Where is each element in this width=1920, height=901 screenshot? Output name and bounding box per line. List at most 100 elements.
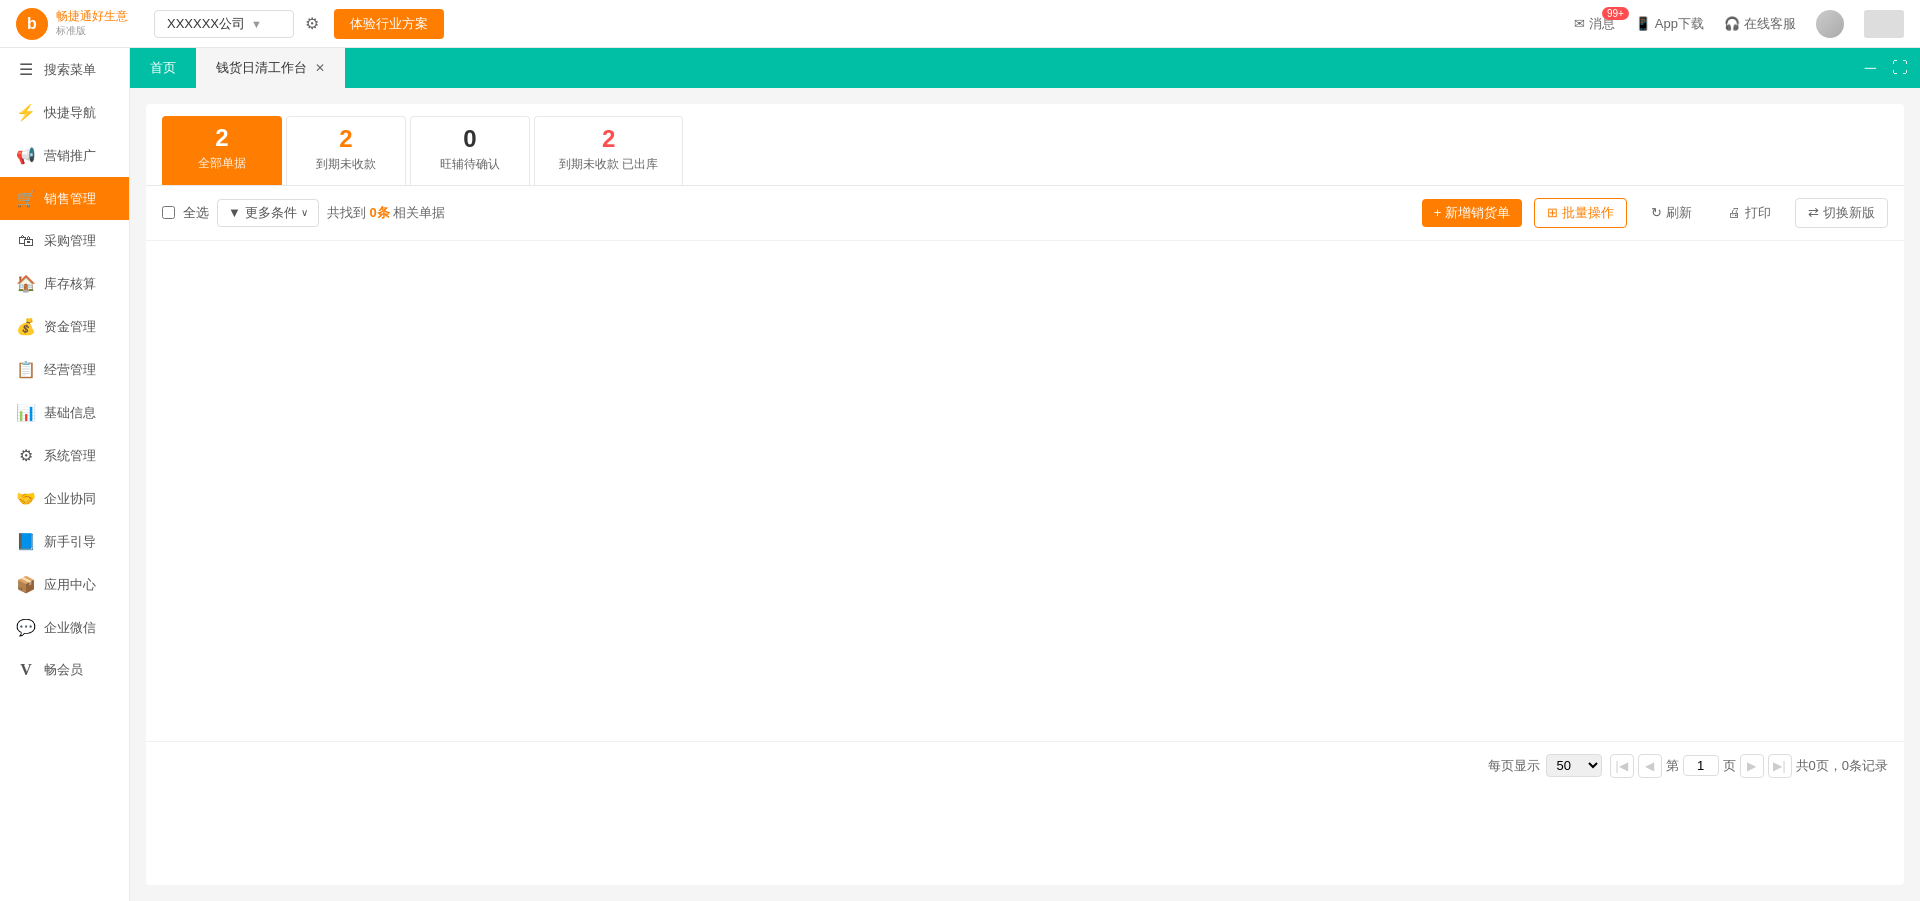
sidebar-label-marketing: 营销推广 bbox=[44, 147, 96, 165]
sidebar-item-cooperation[interactable]: 🤝 企业协同 bbox=[0, 477, 129, 520]
sidebar-item-basic-info[interactable]: 📊 基础信息 bbox=[0, 391, 129, 434]
sidebar-label-member: 畅会员 bbox=[44, 661, 83, 679]
guide-icon: 📘 bbox=[16, 532, 36, 551]
main-content: 2 全部单据 2 到期未收款 0 旺辅待确认 2 到期未收款 已出库 全选 bbox=[130, 88, 1920, 901]
tab-work-bench[interactable]: 钱货日清工作台 ✕ bbox=[196, 48, 345, 88]
mobile-icon: 📱 bbox=[1635, 16, 1651, 31]
work-area: 2 全部单据 2 到期未收款 0 旺辅待确认 2 到期未收款 已出库 全选 bbox=[146, 104, 1904, 885]
sidebar-label-finance: 资金管理 bbox=[44, 318, 96, 336]
page-prefix: 第 bbox=[1666, 757, 1679, 775]
last-page-button[interactable]: ▶| bbox=[1768, 754, 1792, 778]
app-center-icon: 📦 bbox=[16, 575, 36, 594]
add-sales-order-button[interactable]: + 新增销货单 bbox=[1422, 199, 1522, 227]
batch-operation-button[interactable]: ⊞ 批量操作 bbox=[1534, 198, 1627, 228]
refresh-button[interactable]: ↻ 刷新 bbox=[1639, 199, 1704, 227]
tab-maximize-button[interactable]: ⛶ bbox=[1888, 55, 1912, 81]
select-all-label: 全选 bbox=[183, 204, 209, 222]
sidebar-label-app-center: 应用中心 bbox=[44, 576, 96, 594]
sidebar-item-search[interactable]: ☰ 搜索菜单 bbox=[0, 48, 129, 91]
page-suffix: 页 bbox=[1723, 757, 1736, 775]
tab-home-label: 首页 bbox=[150, 59, 176, 77]
sidebar-label-inventory: 库存核算 bbox=[44, 275, 96, 293]
sidebar-label-cooperation: 企业协同 bbox=[44, 490, 96, 508]
pagination: 每页显示 50 20 100 |◀ ◀ 第 1 页 ▶ ▶| 共0页，0条记录 bbox=[146, 741, 1904, 790]
online-service-button[interactable]: 🎧 在线客服 bbox=[1724, 15, 1796, 33]
logo-area: b 畅捷通好生意 标准版 bbox=[16, 8, 146, 40]
refresh-icon: ↻ bbox=[1651, 205, 1662, 220]
sidebar-item-wechat[interactable]: 💬 企业微信 bbox=[0, 606, 129, 649]
filter-button[interactable]: ▼ 更多条件 ∨ bbox=[217, 199, 319, 227]
toolbar: 全选 ▼ 更多条件 ∨ 共找到 0条 相关单据 + 新增销货单 ⊞ 批量操作 bbox=[146, 186, 1904, 241]
message-button[interactable]: ✉ 消息 99+ bbox=[1574, 15, 1615, 33]
per-page-select[interactable]: 50 20 100 bbox=[1546, 754, 1602, 777]
wechat-icon: 💬 bbox=[16, 618, 36, 637]
app-download-button[interactable]: 📱 App下载 bbox=[1635, 15, 1704, 33]
chevron-down-icon: ▼ bbox=[251, 18, 262, 30]
next-page-button[interactable]: ▶ bbox=[1740, 754, 1764, 778]
page-navigation: |◀ ◀ 第 1 页 ▶ ▶| 共0页，0条记录 bbox=[1610, 754, 1888, 778]
trial-button[interactable]: 体验行业方案 bbox=[334, 9, 444, 39]
sidebar-item-system[interactable]: ⚙ 系统管理 bbox=[0, 434, 129, 477]
found-text: 共找到 0条 相关单据 bbox=[327, 204, 445, 222]
user-name-area[interactable] bbox=[1864, 10, 1904, 38]
filter-label: 更多条件 bbox=[245, 204, 297, 222]
stat-tab-overdue[interactable]: 2 到期未收款 bbox=[286, 116, 406, 185]
sidebar-item-purchase[interactable]: 🛍 采购管理 bbox=[0, 220, 129, 262]
purchase-icon: 🛍 bbox=[16, 232, 36, 250]
stat-tab-shipped[interactable]: 2 到期未收款 已出库 bbox=[534, 116, 683, 185]
sidebar-item-member[interactable]: V 畅会员 bbox=[0, 649, 129, 691]
sidebar-item-operations[interactable]: 📋 经营管理 bbox=[0, 348, 129, 391]
stat-number-shipped: 2 bbox=[602, 125, 615, 154]
sidebar-label-operations: 经营管理 bbox=[44, 361, 96, 379]
stat-label-shipped: 到期未收款 已出库 bbox=[559, 156, 658, 173]
sidebar-item-sales[interactable]: 🛒 销售管理 bbox=[0, 177, 129, 220]
switch-icon: ⇄ bbox=[1808, 205, 1819, 220]
per-page-label: 每页显示 bbox=[1488, 757, 1540, 775]
sidebar-item-finance[interactable]: 💰 资金管理 bbox=[0, 305, 129, 348]
stat-tab-wangfu[interactable]: 0 旺辅待确认 bbox=[410, 116, 530, 185]
avatar[interactable] bbox=[1816, 10, 1844, 38]
stats-tabs: 2 全部单据 2 到期未收款 0 旺辅待确认 2 到期未收款 已出库 bbox=[146, 104, 1904, 186]
sidebar-label-guide: 新手引导 bbox=[44, 533, 96, 551]
tab-bar-actions: ─ ⛶ bbox=[1861, 55, 1920, 81]
tab-minimize-button[interactable]: ─ bbox=[1861, 55, 1880, 81]
marketing-icon: 📢 bbox=[16, 146, 36, 165]
sidebar: ☰ 搜索菜单 ⚡ 快捷导航 📢 营销推广 🛒 销售管理 🛍 采购管理 🏠 库存核… bbox=[0, 0, 130, 901]
tab-home[interactable]: 首页 bbox=[130, 48, 196, 88]
sidebar-label-purchase: 采购管理 bbox=[44, 232, 96, 250]
logo-icon: b bbox=[16, 8, 48, 40]
top-header: b 畅捷通好生意 标准版 XXXXXX公司 ▼ ⚙ 体验行业方案 ✉ 消息 99… bbox=[0, 0, 1920, 48]
inventory-icon: 🏠 bbox=[16, 274, 36, 293]
settings-gear-button[interactable]: ⚙ bbox=[298, 10, 326, 38]
sidebar-item-inventory[interactable]: 🏠 库存核算 bbox=[0, 262, 129, 305]
select-all-checkbox[interactable] bbox=[162, 206, 175, 219]
sidebar-label-search: 搜索菜单 bbox=[44, 61, 96, 79]
company-name: XXXXXX公司 bbox=[167, 15, 245, 33]
page-number-input[interactable]: 1 bbox=[1683, 755, 1719, 776]
search-menu-icon: ☰ bbox=[16, 60, 36, 79]
print-button[interactable]: 🖨 打印 bbox=[1716, 199, 1783, 227]
header-right: ✉ 消息 99+ 📱 App下载 🎧 在线客服 bbox=[1574, 10, 1904, 38]
switch-version-button[interactable]: ⇄ 切换新版 bbox=[1795, 198, 1888, 228]
system-icon: ⚙ bbox=[16, 446, 36, 465]
filter-icon: ▼ bbox=[228, 205, 241, 220]
tab-close-icon[interactable]: ✕ bbox=[315, 61, 325, 75]
first-page-button[interactable]: |◀ bbox=[1610, 754, 1634, 778]
sales-icon: 🛒 bbox=[16, 189, 36, 208]
stat-label-all: 全部单据 bbox=[198, 155, 246, 172]
per-page-selector: 每页显示 50 20 100 bbox=[1488, 754, 1602, 777]
sidebar-item-app-center[interactable]: 📦 应用中心 bbox=[0, 563, 129, 606]
stat-tab-all[interactable]: 2 全部单据 bbox=[162, 116, 282, 185]
sidebar-item-marketing[interactable]: 📢 营销推广 bbox=[0, 134, 129, 177]
sidebar-label-system: 系统管理 bbox=[44, 447, 96, 465]
chevron-icon: ∨ bbox=[301, 207, 308, 218]
basic-info-icon: 📊 bbox=[16, 403, 36, 422]
prev-page-button[interactable]: ◀ bbox=[1638, 754, 1662, 778]
table-area bbox=[146, 241, 1904, 741]
print-icon: 🖨 bbox=[1728, 205, 1741, 220]
tab-workbench-label: 钱货日清工作台 bbox=[216, 59, 307, 77]
found-count: 0条 bbox=[370, 205, 390, 220]
sidebar-item-quick-nav[interactable]: ⚡ 快捷导航 bbox=[0, 91, 129, 134]
sidebar-item-guide[interactable]: 📘 新手引导 bbox=[0, 520, 129, 563]
company-selector[interactable]: XXXXXX公司 ▼ bbox=[154, 10, 294, 38]
